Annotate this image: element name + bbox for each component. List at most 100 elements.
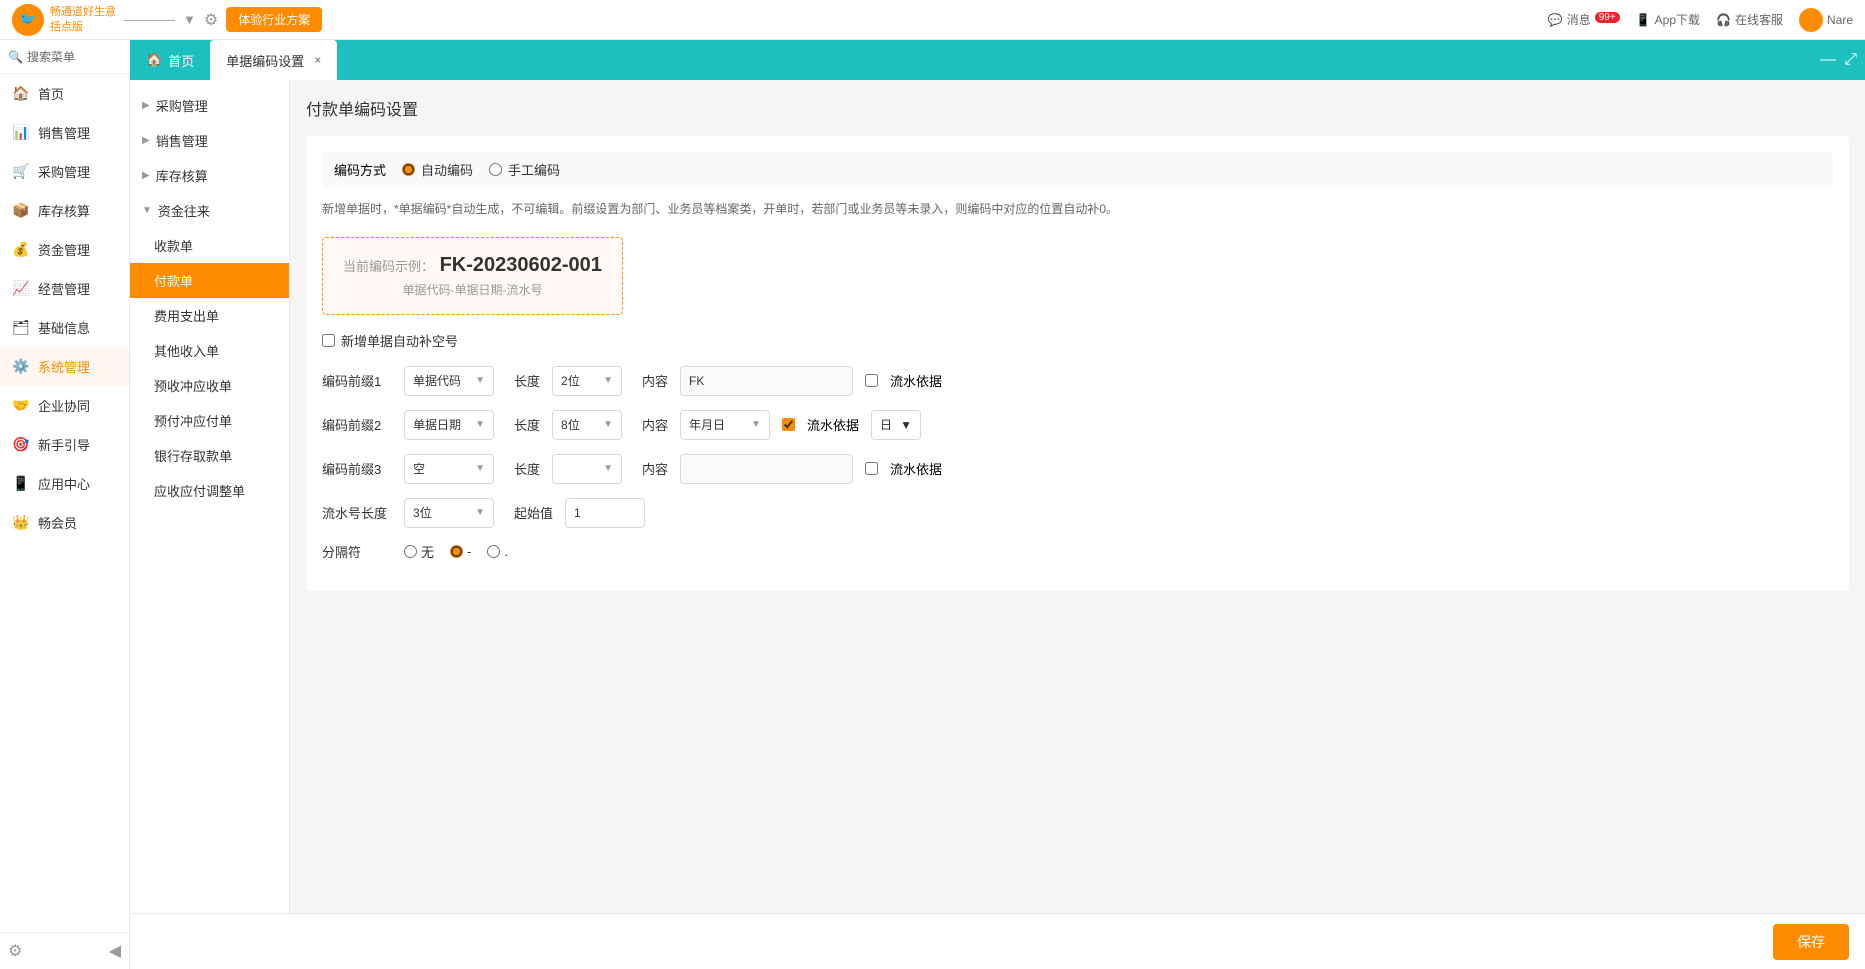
tab-minimize-button[interactable]: — (1820, 51, 1836, 69)
sidebar-item-sales[interactable]: 📊 销售管理 (0, 113, 129, 152)
prefix3-select[interactable]: 空 ▼ (404, 454, 494, 484)
dropdown-arrow-icon: ▼ (475, 419, 485, 430)
length3-select[interactable]: ▼ (552, 454, 622, 484)
sub-menu-inventory-title[interactable]: ▶ 库存核算 (130, 158, 289, 193)
dropdown-arrow-icon: ▼ (603, 375, 613, 386)
sidebar-item-inventory[interactable]: 📦 库存核算 (0, 191, 129, 230)
sep-none-radio[interactable] (404, 545, 417, 558)
sidebar-item-newguide[interactable]: 🎯 新手引导 (0, 425, 129, 464)
sub-menu-bank-deposit[interactable]: 银行存取款单 (130, 438, 289, 473)
auto-fill-row: 新增单据自动补空号 (322, 331, 1833, 350)
sub-menu-expense[interactable]: 费用支出单 (130, 298, 289, 333)
length2-select[interactable]: 8位 ▼ (552, 410, 622, 440)
sidebar-search[interactable]: 🔍 搜索菜单 (0, 40, 129, 74)
serial-len-select[interactable]: 3位 ▼ (404, 498, 494, 528)
message-icon: 💬 (1548, 13, 1563, 27)
top-bar: 🐦 畅通道好生意 括点版 ────── ▼ ⚙ 体验行业方案 💬 消息 99+ … (0, 0, 1865, 40)
length1-label: 长度 (514, 371, 540, 390)
sep-dash-option[interactable]: - (450, 544, 471, 559)
prefix2-select[interactable]: 单据日期 ▼ (404, 410, 494, 440)
prefix1-label: 编码前缀1 (322, 371, 392, 390)
online-service-item[interactable]: 🎧 在线客服 (1716, 11, 1783, 28)
sub-menu-purchase-title[interactable]: ▶ 采购管理 (130, 88, 289, 123)
sub-menu-sales-title[interactable]: ▶ 销售管理 (130, 123, 289, 158)
sidebar-item-enterprise[interactable]: 🤝 企业协同 (0, 386, 129, 425)
sep-none-option[interactable]: 无 (404, 542, 434, 561)
sidebar-item-finance[interactable]: 💰 资金管理 (0, 230, 129, 269)
serial3-checkbox[interactable] (865, 462, 878, 475)
save-button[interactable]: 保存 (1773, 924, 1849, 960)
serial2-checkbox[interactable] (782, 418, 795, 431)
separator-label: 分隔符 (322, 542, 392, 561)
sidebar-item-label: 应用中心 (38, 474, 90, 493)
tab-encoding-settings[interactable]: 单据编码设置 × (210, 40, 337, 80)
manual-encoding-radio[interactable] (489, 163, 502, 176)
manual-encoding-label[interactable]: 手工编码 (489, 160, 560, 179)
sep-dot-option[interactable]: . (487, 544, 508, 559)
tab-bar: 🏠 首页 单据编码设置 × — ⤢ (130, 40, 1865, 80)
sidebar-item-purchase[interactable]: 🛒 采购管理 (0, 152, 129, 191)
settings-icon[interactable]: ⚙ (204, 10, 218, 30)
content3-label: 内容 (642, 459, 668, 478)
prefix3-row: 编码前缀3 空 ▼ 长度 ▼ 内容 流水依据 (322, 454, 1833, 484)
user-profile[interactable]: Nare (1799, 8, 1853, 32)
auto-encoding-radio[interactable] (402, 163, 415, 176)
day-select[interactable]: 日 ▼ (871, 410, 921, 440)
sub-menu-payment[interactable]: 付款单 (130, 263, 289, 298)
sub-menu-finance-group: ▼ 资金往来 收款单 付款单 费用支出单 其他收入单 预收冲应收单 预付冲应付单… (130, 193, 289, 508)
sub-menu-ar-ap-adjust[interactable]: 应收应付调整单 (130, 473, 289, 508)
encoding-label: 编码方式 (334, 160, 386, 179)
sidebar-item-home[interactable]: 🏠 首页 (0, 74, 129, 113)
sidebar-item-label: 新手引导 (38, 435, 90, 454)
sidebar-item-system[interactable]: ⚙️ 系统管理 (0, 347, 129, 386)
sidebar-bottom: ⚙ ◀ (0, 932, 129, 969)
sidebar-item-basic[interactable]: 🗂 基础信息 (0, 308, 129, 347)
tab-close-icon[interactable]: × (314, 53, 321, 67)
auto-fill-checkbox[interactable] (322, 334, 335, 347)
content3-input[interactable] (680, 454, 853, 484)
sub-menu-sales-group: ▶ 销售管理 (130, 123, 289, 158)
prefix2-row: 编码前缀2 单据日期 ▼ 长度 8位 ▼ 内容 年月日 (322, 410, 1833, 440)
messages-item[interactable]: 💬 消息 99+ (1548, 11, 1620, 28)
auto-encoding-label[interactable]: 自动编码 (402, 160, 473, 179)
tab-maximize-button[interactable]: ⤢ (1844, 51, 1857, 69)
length1-select[interactable]: 2位 ▼ (552, 366, 622, 396)
content2-label: 内容 (642, 415, 668, 434)
sep-dot-radio[interactable] (487, 545, 500, 558)
content1-input[interactable] (680, 366, 853, 396)
dropdown-arrow-icon: ▼ (475, 463, 485, 474)
start-value-input[interactable] (565, 498, 645, 528)
tab-bar-end: — ⤢ (1820, 51, 1865, 69)
sub-menu-other-income[interactable]: 其他收入单 (130, 333, 289, 368)
sub-menu-receipt[interactable]: 收款单 (130, 228, 289, 263)
sidebar-item-label: 经营管理 (38, 279, 90, 298)
logo-icon: 🐦 (12, 4, 44, 36)
sidebar-item-appcenter[interactable]: 📱 应用中心 (0, 464, 129, 503)
sidebar-item-member[interactable]: 👑 畅会员 (0, 503, 129, 542)
app-download-item[interactable]: 📱 App下载 (1636, 11, 1700, 28)
trial-button[interactable]: 体验行业方案 (226, 7, 322, 32)
arrow-right-icon: ▶ (142, 170, 150, 181)
encoding-method-row: 编码方式 自动编码 手工编码 (322, 152, 1833, 187)
dropdown-arrow-icon: ▼ (475, 507, 485, 518)
sub-menu-finance-title[interactable]: ▼ 资金往来 (130, 193, 289, 228)
sidebar-item-label: 销售管理 (38, 123, 90, 142)
tab-home[interactable]: 🏠 首页 (130, 40, 210, 80)
prefix1-select[interactable]: 单据代码 ▼ (404, 366, 494, 396)
sub-menu-prepay-receivable[interactable]: 预收冲应收单 (130, 368, 289, 403)
arrow-right-icon: ▶ (142, 135, 150, 146)
collapse-icon[interactable]: ◀ (109, 941, 121, 961)
sub-menu-purchase-group: ▶ 采购管理 (130, 88, 289, 123)
sub-menu-prepay-payable[interactable]: 预付冲应付单 (130, 403, 289, 438)
logo: 🐦 畅通道好生意 括点版 (12, 4, 116, 36)
sep-dash-radio[interactable] (450, 545, 463, 558)
sidebar-item-operations[interactable]: 📈 经营管理 (0, 269, 129, 308)
settings-bottom-icon[interactable]: ⚙ (8, 941, 22, 961)
serial1-checkbox[interactable] (865, 374, 878, 387)
sidebar-item-label: 畅会员 (38, 513, 77, 532)
dropdown-icon[interactable]: ▼ (183, 12, 196, 27)
dropdown-arrow-icon: ▼ (603, 419, 613, 430)
content2-select[interactable]: 年月日 ▼ (680, 410, 770, 440)
sidebar-item-label: 采购管理 (38, 162, 90, 181)
dropdown-arrow-icon: ▼ (475, 375, 485, 386)
